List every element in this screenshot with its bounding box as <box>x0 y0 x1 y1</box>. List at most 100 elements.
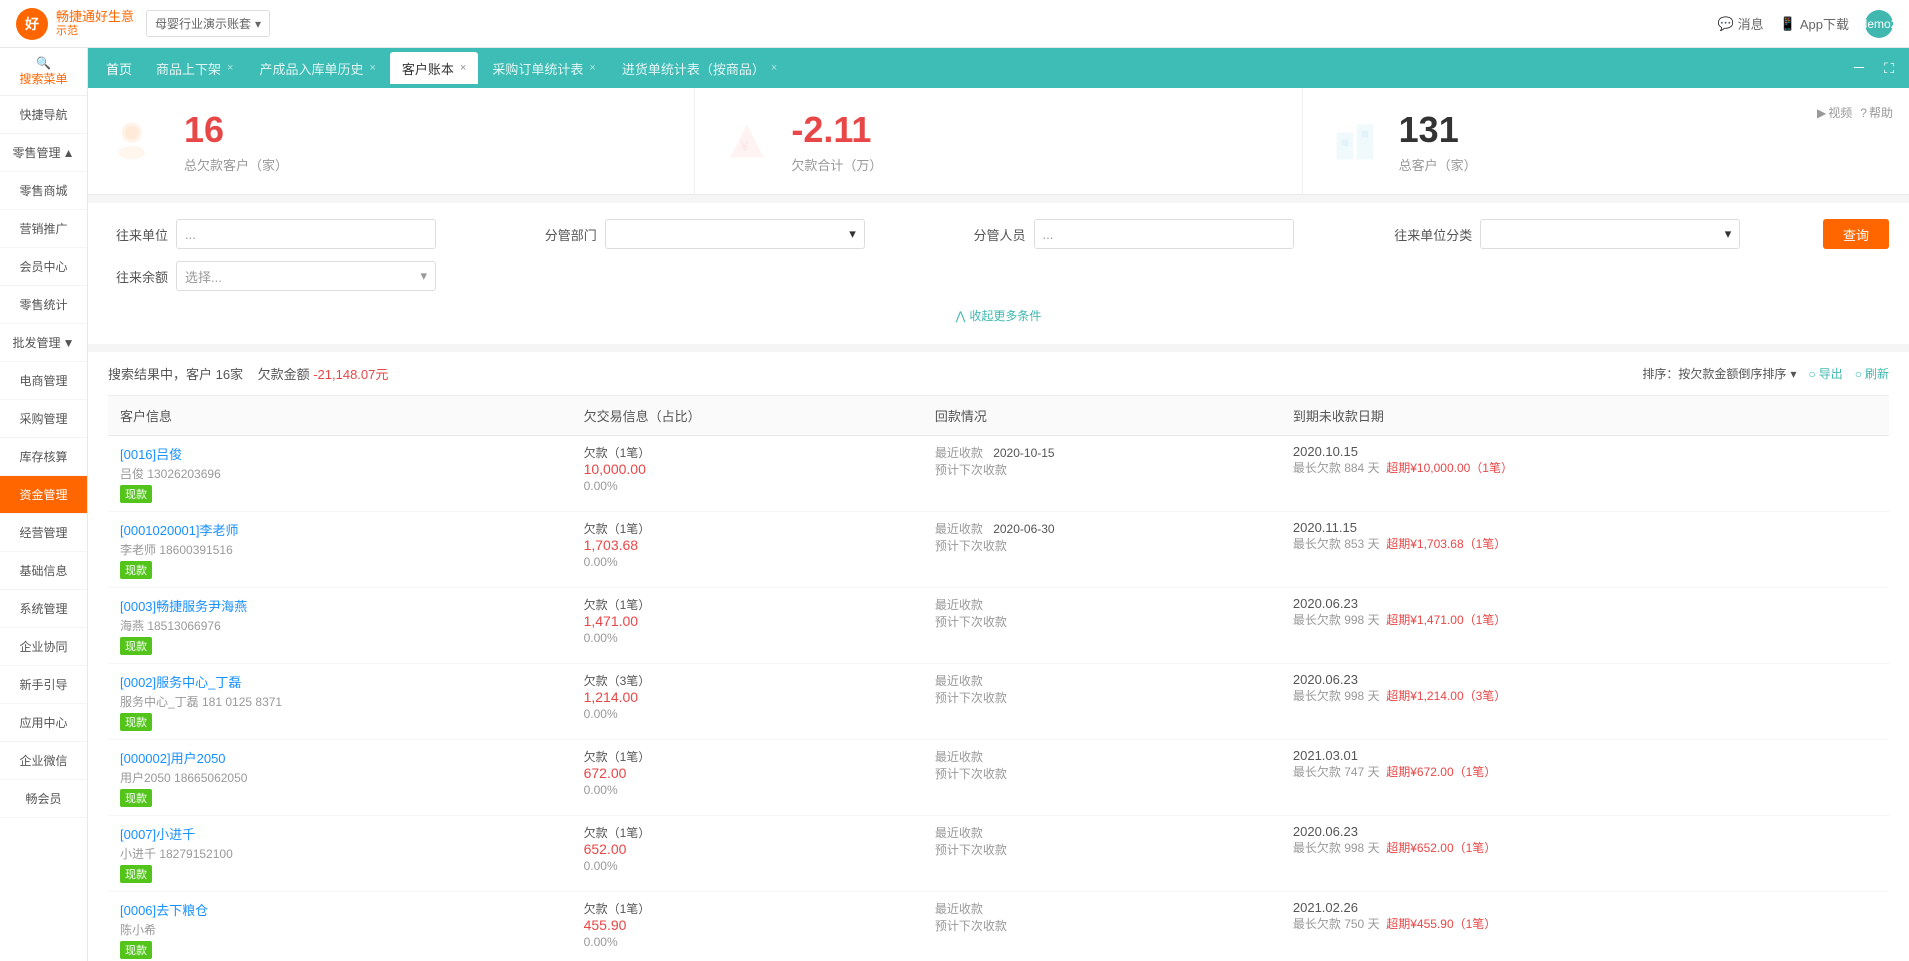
stat-number-owed-amount: -2.11 <box>791 108 1277 151</box>
tab-purchase-stats[interactable]: 进货单统计表（按商品） × <box>610 52 789 84</box>
refresh-btn[interactable]: ○ 刷新 <box>1855 365 1889 382</box>
store-selector[interactable]: 母婴行业演示账套 ▾ <box>146 10 270 37</box>
sidebar-item-inventory[interactable]: 库存核算 <box>0 438 87 476</box>
message-btn[interactable]: 💬 消息 <box>1717 14 1763 33</box>
tab-close-product-history[interactable]: × <box>369 62 375 74</box>
filter-person-input[interactable]: ... <box>1034 219 1294 249</box>
cell-owe-1: 欠款（1笔） 1,703.68 0.00% <box>572 512 923 588</box>
search-button[interactable]: 查询 <box>1823 219 1889 249</box>
owe-pct-4: 0.00% <box>584 783 911 797</box>
stats-banner: 16 总欠款客户（家） ¥ -2.11 欠款合计（万） <box>88 88 1909 195</box>
sidebar-item-ops-mgmt[interactable]: 经营管理 <box>0 514 87 552</box>
sidebar-item-quick-nav[interactable]: 快捷导航 <box>0 96 87 134</box>
overdue-amount-0[interactable]: 超期¥10,000.00（1笔） <box>1386 461 1513 475</box>
filter-category: 往来单位分类 ▾ <box>1394 219 1807 249</box>
col-owe-info: 欠交易信息（占比） <box>572 396 923 436</box>
sidebar-item-enterprise-coop[interactable]: 企业协同 <box>0 628 87 666</box>
next-collect-4: 预计下次收款 <box>935 765 1269 782</box>
overdue-amount-4[interactable]: 超期¥672.00（1笔） <box>1386 765 1496 779</box>
sidebar-item-batch-mgmt[interactable]: 批发管理 ▼ <box>0 324 87 362</box>
sidebar-item-purchase[interactable]: 采购管理 <box>0 400 87 438</box>
sidebar-item-retail-mall[interactable]: 零售商城 <box>0 172 87 210</box>
customer-name-6[interactable]: [0006]去下粮仓 <box>120 900 560 919</box>
sidebar-item-member-vip[interactable]: 畅会员 <box>0 780 87 818</box>
filter-dept-select[interactable]: ▾ <box>605 219 865 249</box>
customer-name-3[interactable]: [0002]服务中心_丁磊 <box>120 672 560 691</box>
export-btn[interactable]: ○ 导出 <box>1808 365 1842 382</box>
tab-product-shelf[interactable]: 商品上下架 × <box>144 52 245 84</box>
chevron-down-dept: ▾ <box>849 226 856 242</box>
cell-owe-2: 欠款（1笔） 1,471.00 0.00% <box>572 588 923 664</box>
customer-name-5[interactable]: [0007]小进千 <box>120 824 560 843</box>
filter-balance-select[interactable]: 选择... ▾ <box>176 261 436 291</box>
tab-bar: 首页 商品上下架 × 产成品入库单历史 × 客户账本 × 采购订单统计表 × 进… <box>88 48 1909 88</box>
customer-name-1[interactable]: [0001020001]李老师 <box>120 520 560 539</box>
tab-close-customer-account[interactable]: × <box>460 62 466 74</box>
last-collect-label-6: 最近收款 <box>935 902 983 916</box>
sidebar-item-app-center[interactable]: 应用中心 <box>0 704 87 742</box>
collapse-filter-btn[interactable]: ⋀ 收起更多条件 <box>108 303 1889 328</box>
message-icon: 💬 <box>1717 16 1733 32</box>
sidebar-item-system[interactable]: 系统管理 <box>0 590 87 628</box>
sidebar-item-marketing[interactable]: 营销推广 <box>0 210 87 248</box>
last-collect-label-0: 最近收款 <box>935 446 983 460</box>
sidebar-search[interactable]: 🔍 搜索菜单 <box>0 48 87 96</box>
user-avatar-btn[interactable]: demo2 <box>1865 10 1893 38</box>
filter-row-2: 往来余额 选择... ▾ <box>108 261 1889 291</box>
overdue-days-5: 最长欠款 998 天 超期¥652.00（1笔） <box>1293 839 1877 856</box>
customer-tag-0: 现款 <box>120 485 152 503</box>
cell-due-0: 2020.10.15 最长欠款 884 天 超期¥10,000.00（1笔） <box>1281 436 1889 512</box>
overdue-days-6: 最长欠款 750 天 超期¥455.90（1笔） <box>1293 915 1877 932</box>
tab-home[interactable]: 首页 <box>96 59 142 78</box>
tab-purchase-order[interactable]: 采购订单统计表 × <box>480 52 607 84</box>
last-collect-label-1: 最近收款 <box>935 522 983 536</box>
table-toolbar: 搜索结果中，客户 16家 欠款金额 -21,148.07元 排序：按欠款金额倒序… <box>108 352 1889 396</box>
filter-area: 往来单位 ... 分管部门 ▾ 分管人员 <box>88 203 1909 344</box>
due-date-1: 2020.11.15 <box>1293 520 1877 535</box>
top-bar-right: 💬 消息 📱 App下载 demo2 <box>1717 10 1893 38</box>
table-row: [000002]用户2050 用户2050 18665062050 现款 欠款（… <box>108 740 1889 816</box>
overdue-amount-2[interactable]: 超期¥1,471.00（1笔） <box>1386 613 1506 627</box>
owe-amount-3: 1,214.00 <box>584 689 911 705</box>
video-btn[interactable]: ▶ 视频 <box>1817 104 1852 121</box>
tab-close-product-shelf[interactable]: × <box>227 62 233 74</box>
sidebar-item-finance[interactable]: 资金管理 <box>0 476 87 514</box>
last-collect-date-3 <box>987 674 994 688</box>
customer-name-0[interactable]: [0016]吕俊 <box>120 444 560 463</box>
sidebar-item-retail-mgmt[interactable]: 零售管理 ▲ <box>0 134 87 172</box>
last-collect-date-1: 2020-06-30 <box>987 522 1055 536</box>
overdue-amount-1[interactable]: 超期¥1,703.68（1笔） <box>1386 537 1506 551</box>
filter-customer-input[interactable]: ... <box>176 219 436 249</box>
col-due-date: 到期未收款日期 <box>1281 396 1889 436</box>
tab-minimize-btn[interactable]: － <box>1847 56 1871 80</box>
sidebar-item-retail-stats[interactable]: 零售统计 <box>0 286 87 324</box>
sidebar-item-guide[interactable]: 新手引导 <box>0 666 87 704</box>
tab-product-history[interactable]: 产成品入库单历史 × <box>247 52 387 84</box>
overdue-amount-3[interactable]: 超期¥1,214.00（3笔） <box>1386 689 1506 703</box>
next-collect-6: 预计下次收款 <box>935 917 1269 934</box>
overdue-amount-5[interactable]: 超期¥652.00（1笔） <box>1386 841 1496 855</box>
stat-info-owed-amount: -2.11 欠款合计（万） <box>791 108 1277 174</box>
tab-close-purchase-stats[interactable]: × <box>771 62 777 74</box>
customer-name-4[interactable]: [000002]用户2050 <box>120 748 560 767</box>
tab-close-purchase-order[interactable]: × <box>589 62 595 74</box>
sidebar-item-ecommerce[interactable]: 电商管理 <box>0 362 87 400</box>
sidebar-item-basic-info[interactable]: 基础信息 <box>0 552 87 590</box>
sort-selector[interactable]: 排序：按欠款金额倒序排序 ▾ <box>1642 365 1796 382</box>
overdue-amount-6[interactable]: 超期¥455.90（1笔） <box>1386 917 1496 931</box>
next-collect-3: 预计下次收款 <box>935 689 1269 706</box>
app-download-btn[interactable]: 📱 App下载 <box>1780 14 1849 33</box>
sidebar-item-member[interactable]: 会员中心 <box>0 248 87 286</box>
sidebar-item-enterprise-wechat[interactable]: 企业微信 <box>0 742 87 780</box>
filter-dept: 分管部门 ▾ <box>537 219 950 249</box>
filter-category-select[interactable]: ▾ <box>1480 219 1740 249</box>
export-icon: ○ <box>1808 367 1815 381</box>
customer-name-2[interactable]: [0003]畅捷服务尹海燕 <box>120 596 560 615</box>
owe-label-1: 欠款（1笔） <box>584 520 911 537</box>
tab-maximize-btn[interactable]: ⛶ <box>1877 56 1901 80</box>
tab-customer-account[interactable]: 客户账本 × <box>390 52 478 84</box>
stat-number-total-customers: 131 <box>1399 108 1885 151</box>
next-collect-0: 预计下次收款 <box>935 461 1269 478</box>
help-btn[interactable]: ? 帮助 <box>1860 104 1893 121</box>
cell-owe-4: 欠款（1笔） 672.00 0.00% <box>572 740 923 816</box>
